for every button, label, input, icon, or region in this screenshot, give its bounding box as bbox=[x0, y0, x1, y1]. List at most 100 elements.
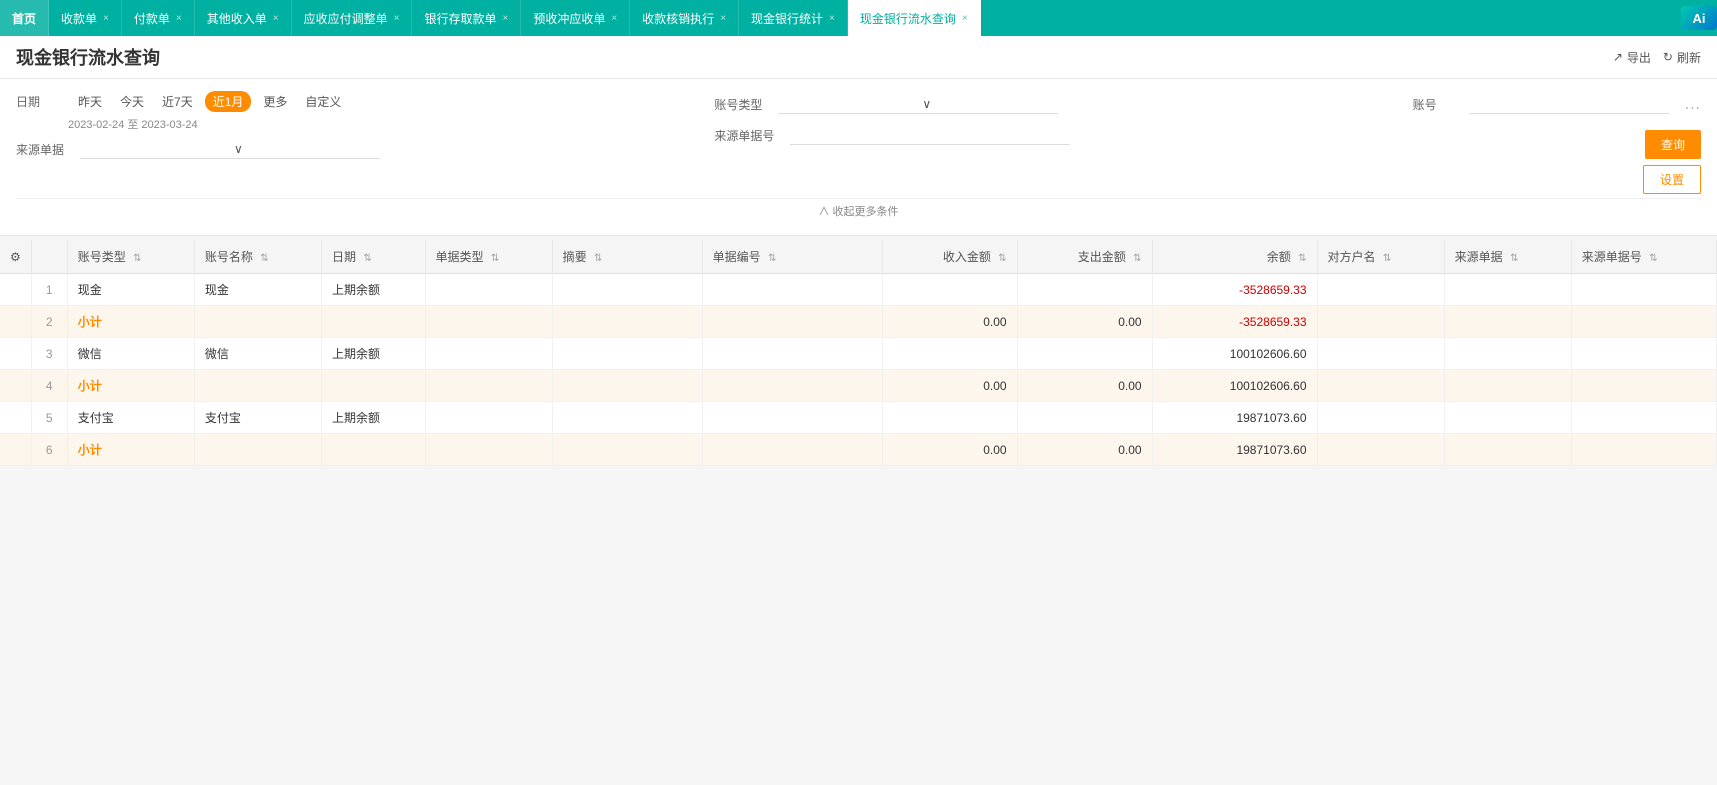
date-option-yesterday[interactable]: 昨天 bbox=[72, 91, 108, 112]
date-option-custom[interactable]: 自定义 bbox=[299, 91, 347, 112]
nav-bank-deposit[interactable]: 银行存取款单 × bbox=[412, 0, 521, 36]
row-balance: 100102606.60 bbox=[1152, 338, 1317, 370]
table-row[interactable]: 5 支付宝 支付宝 上期余额 19871073.60 bbox=[0, 402, 1717, 434]
nav-collect-execute-close[interactable]: × bbox=[720, 13, 726, 24]
nav-advance-offset[interactable]: 预收冲应收单 × bbox=[521, 0, 630, 36]
nav-bank-flow-label: 现金银行流水查询 bbox=[860, 10, 956, 27]
sort-icon-account-type: ⇅ bbox=[133, 253, 141, 264]
nav-advance-offset-close[interactable]: × bbox=[611, 13, 617, 24]
col-doc-type[interactable]: 单据类型 ⇅ bbox=[425, 240, 552, 274]
row-date: 上期余额 bbox=[321, 338, 425, 370]
row-summary bbox=[552, 338, 702, 370]
ai-button[interactable]: Ai bbox=[1681, 6, 1717, 30]
sort-icon-balance: ⇅ bbox=[1298, 253, 1306, 264]
row-balance: 100102606.60 bbox=[1152, 370, 1317, 402]
export-button[interactable]: ↗ 导出 bbox=[1613, 49, 1651, 66]
account-no-input[interactable] bbox=[1469, 95, 1669, 114]
nav-ap-adjust-close[interactable]: × bbox=[394, 13, 400, 24]
refresh-button[interactable]: ↻ 刷新 bbox=[1663, 49, 1701, 66]
nav-collect-execute[interactable]: 收款核销执行 × bbox=[630, 0, 739, 36]
row-settings-cell bbox=[0, 338, 31, 370]
row-expense: 0.00 bbox=[1017, 370, 1152, 402]
row-no: 6 bbox=[31, 434, 67, 466]
date-option-more[interactable]: 更多 bbox=[257, 91, 293, 112]
date-option-1month[interactable]: 近1月 bbox=[205, 91, 252, 112]
row-date bbox=[321, 370, 425, 402]
row-account-type: 小计 bbox=[67, 370, 194, 402]
col-balance[interactable]: 余额 ⇅ bbox=[1152, 240, 1317, 274]
row-balance: 19871073.60 bbox=[1152, 402, 1317, 434]
gear-icon[interactable]: ⚙ bbox=[10, 250, 21, 264]
header-actions: ↗ 导出 ↻ 刷新 bbox=[1613, 49, 1701, 66]
row-doc-no bbox=[702, 402, 882, 434]
row-no: 1 bbox=[31, 274, 67, 306]
row-account-type: 支付宝 bbox=[67, 402, 194, 434]
refresh-icon: ↻ bbox=[1663, 50, 1673, 64]
row-account-type: 现金 bbox=[67, 274, 194, 306]
table-row[interactable]: 3 微信 微信 上期余额 100102606.60 bbox=[0, 338, 1717, 370]
account-type-select[interactable]: ∨ bbox=[778, 95, 1058, 114]
collapse-label: 收起更多条件 bbox=[833, 206, 899, 218]
nav-payment-close[interactable]: × bbox=[176, 13, 182, 24]
nav-advance-offset-label: 预收冲应收单 bbox=[533, 10, 605, 27]
col-account-type[interactable]: 账号类型 ⇅ bbox=[67, 240, 194, 274]
sort-icon-account-name: ⇅ bbox=[260, 253, 268, 264]
row-expense bbox=[1017, 402, 1152, 434]
nav-payment[interactable]: 付款单 × bbox=[122, 0, 195, 36]
nav-receipt[interactable]: 收款单 × bbox=[49, 0, 122, 36]
source-doc-select[interactable]: ∨ bbox=[80, 140, 380, 159]
nav-bank-flow[interactable]: 现金银行流水查询 × bbox=[848, 0, 981, 36]
table-row[interactable]: 4 小计 0.00 0.00 100102606.60 bbox=[0, 370, 1717, 402]
row-income: 0.00 bbox=[882, 306, 1017, 338]
row-expense bbox=[1017, 338, 1152, 370]
col-settings[interactable]: ⚙ bbox=[0, 240, 31, 274]
row-income bbox=[882, 338, 1017, 370]
row-source-doc-no bbox=[1571, 370, 1716, 402]
col-date[interactable]: 日期 ⇅ bbox=[321, 240, 425, 274]
nav-bank-stats[interactable]: 现金银行统计 × bbox=[739, 0, 848, 36]
table-row[interactable]: 1 现金 现金 上期余额 -3528659.33 bbox=[0, 274, 1717, 306]
row-summary bbox=[552, 274, 702, 306]
nav-home-label: 首页 bbox=[12, 10, 36, 27]
row-counterpart bbox=[1317, 434, 1444, 466]
source-doc-no-input[interactable] bbox=[790, 126, 1070, 145]
nav-receipt-close[interactable]: × bbox=[103, 13, 109, 24]
col-summary[interactable]: 摘要 ⇅ bbox=[552, 240, 702, 274]
date-option-7days[interactable]: 近7天 bbox=[156, 91, 199, 112]
row-source-doc-no bbox=[1571, 274, 1716, 306]
refresh-label: 刷新 bbox=[1677, 49, 1701, 66]
collapse-bar[interactable]: ∧ 收起更多条件 bbox=[16, 198, 1701, 223]
query-button[interactable]: 查询 bbox=[1645, 130, 1701, 159]
col-expense[interactable]: 支出金额 ⇅ bbox=[1017, 240, 1152, 274]
col-doc-no[interactable]: 单据编号 ⇅ bbox=[702, 240, 882, 274]
account-type-chevron: ∨ bbox=[922, 97, 1052, 111]
table-row[interactable]: 2 小计 0.00 0.00 -3528659.33 bbox=[0, 306, 1717, 338]
nav-other-income-close[interactable]: × bbox=[273, 13, 279, 24]
col-counterpart[interactable]: 对方户名 ⇅ bbox=[1317, 240, 1444, 274]
col-source-doc[interactable]: 来源单据 ⇅ bbox=[1444, 240, 1571, 274]
date-option-today[interactable]: 今天 bbox=[114, 91, 150, 112]
nav-bank-deposit-close[interactable]: × bbox=[502, 13, 508, 24]
row-settings-cell bbox=[0, 402, 31, 434]
nav-other-income[interactable]: 其他收入单 × bbox=[195, 0, 292, 36]
sort-icon-date: ⇅ bbox=[363, 253, 371, 264]
row-summary bbox=[552, 306, 702, 338]
nav-home[interactable]: 首页 bbox=[0, 0, 49, 36]
row-summary bbox=[552, 434, 702, 466]
col-account-name[interactable]: 账号名称 ⇅ bbox=[194, 240, 321, 274]
row-date bbox=[321, 306, 425, 338]
filter-account-type-row: 账号类型 ∨ bbox=[714, 95, 1392, 114]
settings-button[interactable]: 设置 bbox=[1643, 165, 1701, 194]
row-source-doc bbox=[1444, 434, 1571, 466]
row-account-type: 微信 bbox=[67, 338, 194, 370]
col-source-doc-no[interactable]: 来源单据号 ⇅ bbox=[1571, 240, 1716, 274]
table-row[interactable]: 6 小计 0.00 0.00 19871073.60 bbox=[0, 434, 1717, 466]
filter-source-doc-row: 来源单据 ∨ bbox=[16, 140, 694, 159]
account-no-more-btn[interactable]: ... bbox=[1685, 96, 1701, 114]
col-income[interactable]: 收入金额 ⇅ bbox=[882, 240, 1017, 274]
nav-bank-stats-close[interactable]: × bbox=[829, 13, 835, 24]
sort-icon-source-doc-no: ⇅ bbox=[1649, 253, 1657, 264]
nav-ap-adjust[interactable]: 应收应付调整单 × bbox=[292, 0, 413, 36]
sort-icon-doc-type: ⇅ bbox=[491, 253, 499, 264]
nav-bank-flow-close[interactable]: × bbox=[962, 13, 968, 24]
